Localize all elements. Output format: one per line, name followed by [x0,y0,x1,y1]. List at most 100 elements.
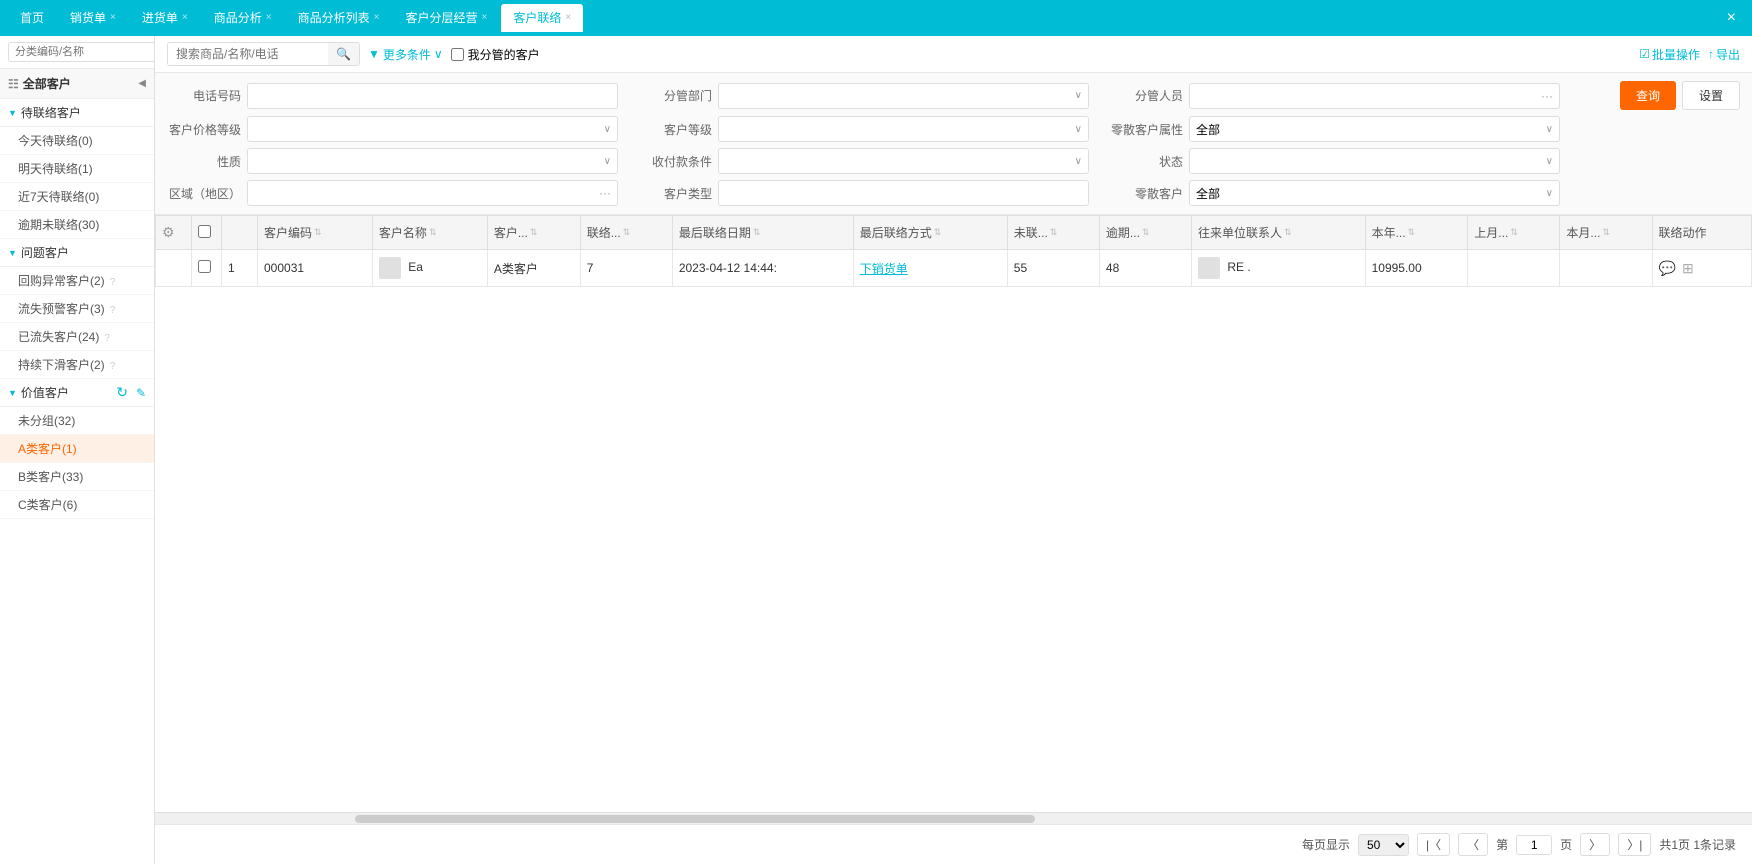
more-icon[interactable]: ··· [1541,89,1553,103]
sort-icon[interactable]: ⇅ [314,227,322,238]
retail-attr-input[interactable] [1196,122,1546,136]
last-method-link[interactable]: 下销货单 [860,262,908,276]
sort-icon[interactable]: ⇅ [623,227,631,238]
my-customers-checkbox[interactable] [451,48,464,61]
filter-input-retail[interactable]: ∨ [1189,180,1560,206]
sidebar-item-week-pending[interactable]: 近7天待联络(0) [0,183,154,211]
filter-input-person[interactable]: ··· [1189,83,1560,109]
page-size-select[interactable]: 50 100 200 [1358,834,1409,856]
first-page-button[interactable]: |〈 [1417,833,1450,856]
sidebar-item-today-pending[interactable]: 今天待联络(0) [0,127,154,155]
filter-input-region[interactable]: ··· [247,180,618,206]
sidebar-item-class-b[interactable]: B类客户(33) [0,463,154,491]
batch-ops-button[interactable]: ☑ 批量操作 [1639,46,1700,63]
edit-icon[interactable]: ✎ [136,386,146,400]
grid-action-icon[interactable]: ⊞ [1682,260,1694,277]
dropdown-icon[interactable]: ∨ [1075,90,1082,101]
sidebar-item-class-a[interactable]: A类客户(1) [0,435,154,463]
sort-icon[interactable]: ⇅ [934,227,942,238]
sort-icon[interactable]: ⇅ [1510,227,1518,238]
nav-analysis-close[interactable]: × [266,4,272,32]
nature-input[interactable] [254,154,604,168]
sidebar-item-unclassified[interactable]: 未分组(32) [0,407,154,435]
dropdown-icon[interactable]: ∨ [1546,188,1553,199]
nav-analysis-list[interactable]: 商品分析列表 × [286,4,392,32]
filter-input-price-tier[interactable]: ∨ [247,116,618,142]
dropdown-icon[interactable]: ∨ [1075,156,1082,167]
chat-icon[interactable]: 💬 [1659,260,1676,277]
sidebar-group-value[interactable]: ▼ 价值客户 ↻ ✎ [0,379,154,407]
more-icon[interactable]: ··· [599,186,611,200]
customer-type-input[interactable] [725,186,1082,200]
nav-analysis[interactable]: 商品分析 × [202,4,284,32]
payment-input[interactable] [725,154,1075,168]
sort-icon[interactable]: ⇅ [1408,227,1416,238]
filter-input-retail-attr[interactable]: ∨ [1189,116,1560,142]
table-settings-icon[interactable]: ⚙ [162,224,175,240]
horizontal-scrollbar[interactable] [155,812,1752,824]
search-input[interactable] [168,43,328,65]
sort-icon[interactable]: ⇅ [1050,227,1058,238]
sidebar-item-overdue-pending[interactable]: 逾期未联络(30) [0,211,154,239]
export-button[interactable]: ↑ 导出 [1708,46,1740,63]
region-input[interactable] [254,186,599,200]
filter-input-dept[interactable]: ∨ [718,83,1089,109]
sidebar-item-class-c[interactable]: C类客户(6) [0,491,154,519]
nav-customer-contact[interactable]: 客户联络 × [501,4,583,32]
sort-icon[interactable]: ⇅ [1142,227,1150,238]
filter-input-status[interactable]: ∨ [1189,148,1560,174]
refresh-icon[interactable]: ↻ [116,384,128,401]
filter-input-phone[interactable] [247,83,618,109]
select-all-checkbox[interactable] [198,225,211,238]
sidebar-collapse-button[interactable]: ◀ [138,78,146,89]
sidebar-item-churn-warning[interactable]: 流失预警客户(3) ? [0,295,154,323]
sidebar-group-problem[interactable]: ▼ 问题客户 [0,239,154,267]
global-close-button[interactable]: × [1719,9,1744,27]
phone-input[interactable] [254,89,611,103]
status-input[interactable] [1196,154,1546,168]
retail-input[interactable] [1196,186,1546,200]
next-page-button[interactable]: 〉 [1580,833,1610,856]
dropdown-icon[interactable]: ∨ [1546,124,1553,135]
person-input[interactable] [1196,89,1541,103]
nav-purchase-close[interactable]: × [182,4,188,32]
dropdown-icon[interactable]: ∨ [1075,124,1082,135]
query-button[interactable]: 查询 [1620,81,1676,110]
nav-analysis-list-close[interactable]: × [374,4,380,32]
page-input[interactable] [1516,835,1552,855]
my-customers-checkbox-wrap[interactable]: 我分管的客户 [451,46,540,63]
filter-input-nature[interactable]: ∨ [247,148,618,174]
sort-icon[interactable]: ⇅ [753,227,761,238]
nav-home[interactable]: 首页 [8,4,56,32]
sort-icon[interactable]: ⇅ [429,227,437,238]
more-filter-button[interactable]: ▼ 更多条件 ∨ [368,46,443,63]
row-checkbox[interactable] [198,260,211,273]
sidebar-item-abnormal-repurchase[interactable]: 回购异常客户(2) ? [0,267,154,295]
dropdown-icon[interactable]: ∨ [604,124,611,135]
filter-input-customer-tier[interactable]: ∨ [718,116,1089,142]
setting-button[interactable]: 设置 [1682,81,1740,110]
filter-input-payment[interactable]: ∨ [718,148,1089,174]
nav-purchase[interactable]: 进货单 × [130,4,200,32]
nav-customer-tier-close[interactable]: × [481,4,487,32]
dropdown-icon[interactable]: ∨ [604,156,611,167]
sidebar-item-declining[interactable]: 持续下滑客户(2) ? [0,351,154,379]
sidebar-search-input[interactable] [8,42,155,62]
sidebar-all-customers-header[interactable]: ☷ 全部客户 ◀ [0,69,154,99]
scrollbar-thumb[interactable] [355,815,1035,823]
nav-customer-tier[interactable]: 客户分层经营 × [393,4,499,32]
sort-icon[interactable]: ⇅ [530,227,538,238]
prev-page-button[interactable]: 〈 [1458,833,1488,856]
nav-customer-contact-close[interactable]: × [565,4,571,32]
sidebar-group-pending[interactable]: ▼ 待联络客户 [0,99,154,127]
dept-input[interactable] [725,89,1075,103]
sort-icon[interactable]: ⇅ [1602,227,1610,238]
nav-sales[interactable]: 销货单 × [58,4,128,32]
search-icon[interactable]: 🔍 [328,43,359,65]
sidebar-item-churned[interactable]: 已流失客户(24) ? [0,323,154,351]
nav-sales-close[interactable]: × [110,4,116,32]
price-tier-input[interactable] [254,122,604,136]
customer-tier-input[interactable] [725,122,1075,136]
filter-input-customer-type[interactable] [718,180,1089,206]
dropdown-icon[interactable]: ∨ [1546,156,1553,167]
